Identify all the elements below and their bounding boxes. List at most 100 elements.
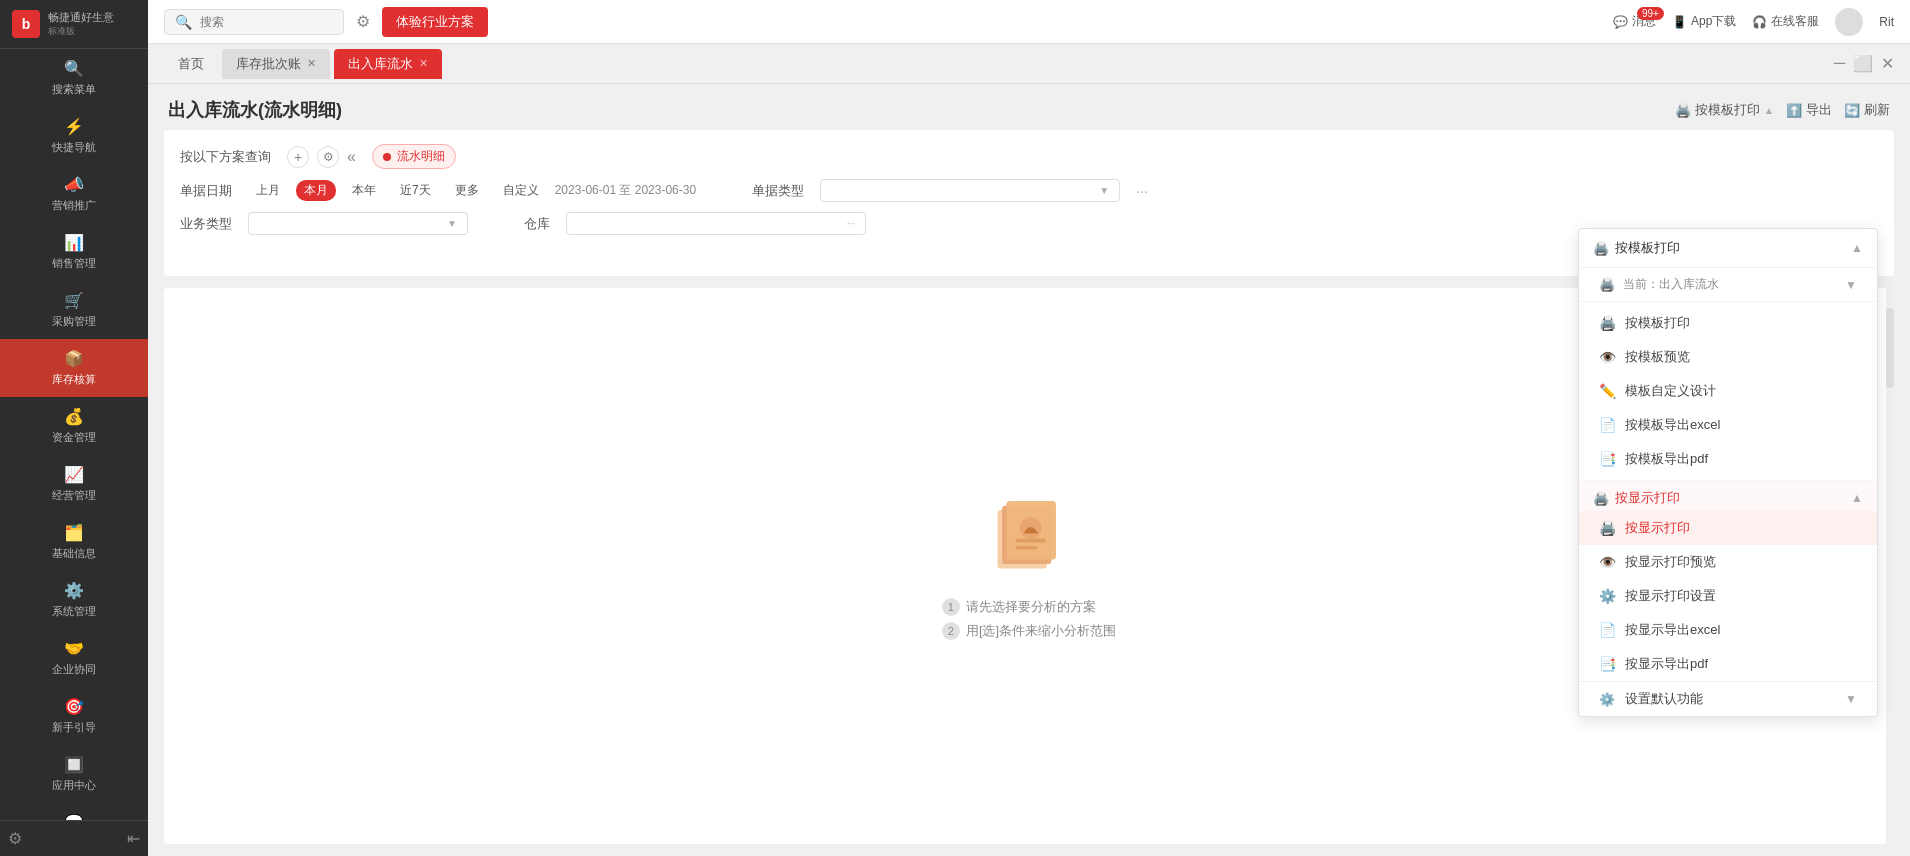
- sidebar-item-operation[interactable]: 📈 经营管理: [0, 455, 148, 513]
- page-header: 出入库流水(流水明细) 🖨️ 按模板打印 ▲ ⬆️ 导出 🔄 刷新: [148, 84, 1910, 130]
- date-btn-7days[interactable]: 近7天: [392, 180, 439, 201]
- collapse-icon[interactable]: ⇤: [127, 829, 140, 848]
- filter-add-button[interactable]: +: [287, 146, 309, 168]
- sidebar-item-label: 应用中心: [52, 778, 96, 793]
- display-settings-icon: ⚙️: [1599, 588, 1615, 604]
- wechat-icon: 💬: [64, 813, 84, 820]
- type-more-icon[interactable]: ···: [1136, 183, 1148, 199]
- filter-row-main: 按以下方案查询 + ⚙ « 流水明细: [180, 144, 1878, 169]
- logo-text: 畅捷通好生意: [48, 10, 114, 24]
- tab-minimize-icon[interactable]: ─: [1834, 54, 1845, 73]
- sidebar-item-inventory[interactable]: 📦 库存核算: [0, 339, 148, 397]
- chevron-up-icon[interactable]: ▲: [1851, 241, 1863, 255]
- tip-text-2: 用[选]条件来缩小分析范围: [966, 622, 1116, 640]
- tab-batch-account-close[interactable]: ✕: [307, 57, 316, 70]
- business-type-select[interactable]: ▼: [248, 212, 468, 235]
- empty-tip-1: 1 请先选择要分析的方案: [942, 598, 1116, 616]
- app-label: App下载: [1691, 13, 1736, 30]
- sidebar-item-basic[interactable]: 🗂️ 基础信息: [0, 513, 148, 571]
- notification-button[interactable]: 💬 消息 99+: [1613, 13, 1656, 30]
- display-preview-menu-item[interactable]: 👁️ 按显示打印预览: [1579, 545, 1877, 579]
- sidebar-item-sales[interactable]: 📊 销售管理: [0, 223, 148, 281]
- sales-icon: 📊: [64, 233, 84, 252]
- template-export-pdf-menu-item[interactable]: 📑 按模板导出pdf: [1579, 442, 1877, 476]
- chevron-down-icon: ▼: [447, 218, 457, 229]
- settings-icon[interactable]: ⚙: [8, 829, 22, 848]
- display-section-collapse-icon[interactable]: ▲: [1851, 491, 1863, 505]
- main-content: 🔍 ⚙ 体验行业方案 💬 消息 99+ 📱 App下载 🎧 在线客服: [148, 0, 1910, 856]
- warehouse-select[interactable]: ···: [566, 212, 866, 235]
- tab-bar: 首页 库存批次账 ✕ 出入库流水 ✕ ─ ⬜ ✕: [148, 44, 1910, 84]
- empty-state: 1 请先选择要分析的方案 2 用[选]条件来缩小分析范围: [942, 492, 1116, 640]
- finance-icon: 💰: [64, 407, 84, 426]
- sidebar-item-system[interactable]: ⚙️ 系统管理: [0, 571, 148, 629]
- tab-maximize-icon[interactable]: ⬜: [1853, 54, 1873, 73]
- export-button[interactable]: ⬆️ 导出: [1786, 101, 1832, 119]
- sidebar-item-label: 新手引导: [52, 720, 96, 735]
- date-filter: 上月 本月 本年 近7天 更多 自定义 2023-06-01 至 2023-06…: [248, 180, 696, 201]
- date-btn-last-month[interactable]: 上月: [248, 180, 288, 201]
- date-btn-more[interactable]: 更多: [447, 180, 487, 201]
- avatar[interactable]: [1835, 8, 1863, 36]
- refresh-icon: 🔄: [1844, 103, 1860, 118]
- display-export-pdf-menu-item[interactable]: 📑 按显示导出pdf: [1579, 647, 1877, 681]
- app-download-button[interactable]: 📱 App下载: [1672, 13, 1736, 30]
- chevron-down-icon: ▼: [1099, 185, 1109, 196]
- date-btn-custom[interactable]: 自定义: [495, 180, 547, 201]
- filter-collapse-button[interactable]: «: [347, 148, 356, 166]
- right-scrollbar[interactable]: [1886, 288, 1894, 844]
- tab-close-icon[interactable]: ✕: [1881, 54, 1894, 73]
- type-select[interactable]: ▼: [820, 179, 1120, 202]
- refresh-label: 刷新: [1864, 101, 1890, 119]
- sidebar-item-appstore[interactable]: 🔲 应用中心: [0, 745, 148, 803]
- export-label: 导出: [1806, 101, 1832, 119]
- logo-badge: 标准版: [48, 25, 114, 38]
- gear-icon[interactable]: ⚙: [356, 12, 370, 31]
- template-print-menu-item[interactable]: 🖨️ 按模板打印: [1579, 306, 1877, 340]
- footer-chevron-down-icon[interactable]: ▼: [1845, 692, 1857, 706]
- search-input[interactable]: [200, 15, 320, 29]
- trial-button[interactable]: 体验行业方案: [382, 7, 488, 37]
- svg-rect-4: [1015, 539, 1046, 543]
- sidebar-item-label: 企业协同: [52, 662, 96, 677]
- template-preview-menu-item[interactable]: 👁️ 按模板预览: [1579, 340, 1877, 374]
- refresh-button[interactable]: 🔄 刷新: [1844, 101, 1890, 119]
- sidebar-item-marketing[interactable]: 📣 营销推广: [0, 165, 148, 223]
- tip-num-2: 2: [942, 622, 960, 640]
- tab-flow[interactable]: 出入库流水 ✕: [334, 49, 442, 79]
- sidebar-item-purchase[interactable]: 🛒 采购管理: [0, 281, 148, 339]
- display-settings-menu-item[interactable]: ⚙️ 按显示打印设置: [1579, 579, 1877, 613]
- display-export-excel-menu-item[interactable]: 📄 按显示导出excel: [1579, 613, 1877, 647]
- sidebar-item-search[interactable]: 🔍 搜索菜单: [0, 49, 148, 107]
- sidebar-item-label: 采购管理: [52, 314, 96, 329]
- customer-service-button[interactable]: 🎧 在线客服: [1752, 13, 1819, 30]
- default-setting-icon: ⚙️: [1599, 692, 1615, 707]
- empty-tip-2: 2 用[选]条件来缩小分析范围: [942, 622, 1116, 640]
- sidebar-item-finance[interactable]: 💰 资金管理: [0, 397, 148, 455]
- sidebar-item-coop[interactable]: 🤝 企业协同: [0, 629, 148, 687]
- tip-num-1: 1: [942, 598, 960, 616]
- search-box[interactable]: 🔍: [164, 9, 344, 35]
- filter-setting-button[interactable]: ⚙: [317, 146, 339, 168]
- print-icon: 🖨️: [1593, 241, 1609, 256]
- sidebar-item-guide[interactable]: 🎯 新手引导: [0, 687, 148, 745]
- date-range: 2023-06-01 至 2023-06-30: [555, 182, 696, 199]
- tab-home[interactable]: 首页: [164, 49, 218, 79]
- svg-rect-5: [1015, 546, 1037, 550]
- date-btn-this-month[interactable]: 本月: [296, 180, 336, 201]
- tab-flow-close[interactable]: ✕: [419, 57, 428, 70]
- template-print-button[interactable]: 🖨️ 按模板打印 ▲: [1675, 101, 1774, 119]
- footer-label: ⚙️ 设置默认功能: [1599, 690, 1703, 708]
- template-export-excel-menu-item[interactable]: 📄 按模板导出excel: [1579, 408, 1877, 442]
- date-btn-this-year[interactable]: 本年: [344, 180, 384, 201]
- filter-row-date: 单据日期 上月 本月 本年 近7天 更多 自定义 2023-06-01 至 20…: [180, 179, 1878, 202]
- template-custom-menu-item[interactable]: ✏️ 模板自定义设计: [1579, 374, 1877, 408]
- display-print-menu-item[interactable]: 🖨️ 按显示打印: [1579, 511, 1877, 545]
- sidebar-item-quick-nav[interactable]: ⚡ 快捷导航: [0, 107, 148, 165]
- sidebar-item-label: 基础信息: [52, 546, 96, 561]
- tab-batch-account[interactable]: 库存批次账 ✕: [222, 49, 330, 79]
- date-label: 单据日期: [180, 182, 232, 200]
- quick-nav-icon: ⚡: [64, 117, 84, 136]
- current-chevron-down-icon[interactable]: ▼: [1845, 278, 1857, 292]
- sidebar-item-wechat[interactable]: 💬 企业微信: [0, 803, 148, 820]
